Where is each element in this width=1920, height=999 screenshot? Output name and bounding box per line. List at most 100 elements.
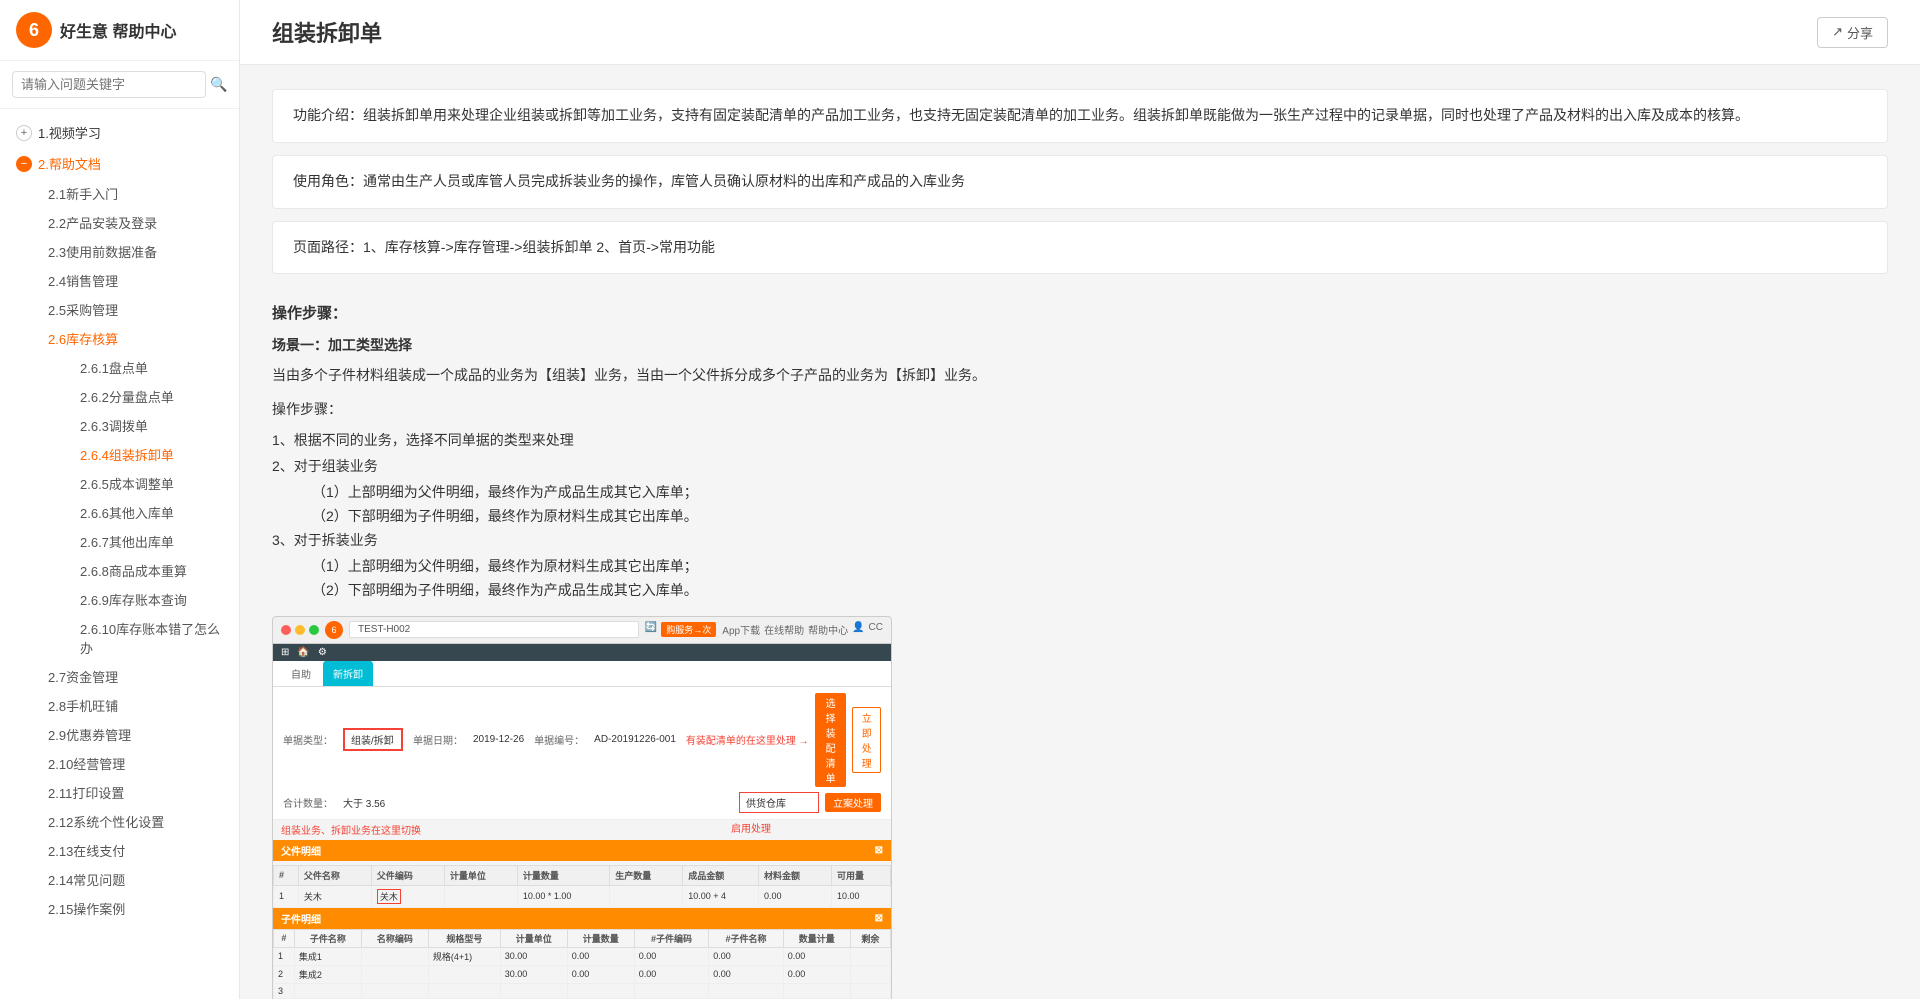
search-input[interactable] bbox=[12, 71, 206, 98]
sidebar-item-video-label: 1.视频学习 bbox=[38, 123, 101, 142]
sidebar-item-2-7[interactable]: 2.7资金管理 bbox=[16, 662, 239, 691]
step-3: 3、对于拆装业务 bbox=[272, 530, 1888, 550]
sidebar-item-2-3[interactable]: 2.3使用前数据准备 bbox=[16, 237, 239, 266]
step-3-1: （1）上部明细为父件明细，最终作为原材料生成其它出库单； bbox=[292, 556, 1888, 576]
sidebar-sub-docs: 2.1新手入门 2.2产品安装及登录 2.3使用前数据准备 2.4销售管理 2.… bbox=[0, 179, 239, 923]
mock-upper-table-wrapper: # 父件名称 父件编码 计量单位 计量数量 生产数量 成品金额 材料金额 可用量 bbox=[273, 861, 891, 908]
sidebar-item-2-11[interactable]: 2.11打印设置 bbox=[16, 778, 239, 807]
step-1: 1、根据不同的业务，选择不同单据的类型来处理 bbox=[272, 430, 1888, 450]
mock-icon-flag: 🏠 bbox=[297, 647, 309, 658]
mock-callout-2: 组装业务、拆卸业务在这里切换 bbox=[281, 822, 421, 837]
step-2-1: （1）上部明细为父件明细，最终作为产成品生成其它入库单； bbox=[292, 482, 1888, 502]
table-row: 2 集成2 30.00 0.00 0.00 0.00 0.00 bbox=[274, 965, 891, 983]
mock-col-avail: 可用量 bbox=[831, 865, 890, 885]
mock-bill-value: AD-20191226-001 bbox=[594, 734, 676, 745]
sidebar-item-2-6-6[interactable]: 2.6.6其他入库单 bbox=[32, 498, 239, 527]
mock-callout-3-label: 启用处理 bbox=[731, 820, 771, 835]
mock-callout-3-box: 供货仓库 bbox=[739, 792, 819, 813]
sidebar-item-docs-label: 2.帮助文档 bbox=[38, 154, 101, 173]
mock-user-icon: 👤 bbox=[852, 622, 864, 637]
step-3-sub: （1）上部明细为父件明细，最终作为原材料生成其它出库单； （2）下部明细为子件明… bbox=[272, 556, 1888, 600]
mock-icon-settings: ⚙ bbox=[318, 647, 327, 658]
sidebar-item-2-8[interactable]: 2.8手机旺铺 bbox=[16, 691, 239, 720]
logo-icon: 6 bbox=[16, 12, 52, 48]
intro-text-3: 页面路径：1、库存核算->库存管理->组装拆卸单 2、首页->常用功能 bbox=[293, 239, 715, 255]
steps-section: 操作步骤： 场景一：加工类型选择 当由多个子件材料组装成一个成品的业务为【组装】… bbox=[272, 286, 1888, 599]
sidebar-item-2-15[interactable]: 2.15操作案例 bbox=[16, 894, 239, 923]
mock-select-bom-btn[interactable]: 选择装配清单 bbox=[815, 693, 847, 787]
search-button[interactable]: 🔍 bbox=[210, 76, 227, 93]
page-title: 组装拆卸单 bbox=[272, 16, 382, 48]
mock-lower-table: # 子件名称 名称编码 规格型号 计量单位 计量数量 #子件编码 #子件名称 数… bbox=[273, 929, 891, 999]
mock-tab-xinchai[interactable]: 新拆卸 bbox=[323, 661, 373, 686]
mock-col-prod-qty: 生产数量 bbox=[610, 865, 683, 885]
main-area: 组装拆卸单 ↗ 分享 功能介绍：组装拆卸单用来处理企业组装或拆卸等加工业务，支持… bbox=[240, 0, 1920, 999]
sidebar-item-video[interactable]: + 1.视频学习 bbox=[0, 117, 239, 148]
sidebar: 6 好生意 帮助中心 🔍 + 1.视频学习 − 2.帮助文档 2.1新手入门 2… bbox=[0, 0, 240, 999]
mock-col-seq: # bbox=[274, 865, 299, 885]
mock-col-parent-code: 父件编码 bbox=[371, 865, 444, 885]
sidebar-item-2-6-3[interactable]: 2.6.3调拨单 bbox=[32, 411, 239, 440]
mock-apps-link: App下载 bbox=[722, 622, 760, 637]
sidebar-item-2-2[interactable]: 2.2产品安装及登录 bbox=[16, 208, 239, 237]
intro-block-2: 使用角色：通常由生产人员或库管人员完成拆装业务的操作，库管人员确认原材料的出库和… bbox=[272, 155, 1888, 209]
step-2-2: （2）下部明细为子件明细，最终作为原材料生成其它出库单。 bbox=[292, 506, 1888, 526]
minus-icon: − bbox=[16, 156, 32, 172]
mock-total-value: 大于 3.56 bbox=[343, 795, 385, 810]
sidebar-item-2-6-8[interactable]: 2.6.8商品成本重算 bbox=[32, 556, 239, 585]
mock-section-header: 父件明细 ⊠ bbox=[273, 840, 891, 861]
mock-child-section-header: 子件明细 ⊠ bbox=[273, 908, 891, 929]
mock-type-input[interactable]: 组装/拆卸 bbox=[343, 728, 403, 751]
sidebar-item-2-10[interactable]: 2.10经营管理 bbox=[16, 749, 239, 778]
mock-total-label: 合计数量： bbox=[283, 795, 333, 810]
mock-bill-label: 单据编号： bbox=[534, 732, 584, 747]
intro-text-2: 使用角色：通常由生产人员或库管人员完成拆装业务的操作，库管人员确认原材料的出库和… bbox=[293, 173, 965, 189]
mock-orange-logo: 6 bbox=[325, 621, 343, 639]
mock-tab-zizhu[interactable]: 自助 bbox=[281, 661, 321, 686]
sidebar-item-2-13[interactable]: 2.13在线支付 bbox=[16, 836, 239, 865]
sidebar-item-2-6-5[interactable]: 2.6.5成本调整单 bbox=[32, 469, 239, 498]
mock-col-material-amt: 材料金额 bbox=[758, 865, 831, 885]
mock-col-unit: 计量单位 bbox=[444, 865, 517, 885]
screenshot-container: 6 TEST-H002 🔄 购服务→次 App下载 在线帮助 帮助中心 👤 CC… bbox=[272, 616, 892, 999]
scene-1-title: 场景一：加工类型选择 bbox=[272, 335, 1888, 355]
share-button[interactable]: ↗ 分享 bbox=[1817, 17, 1888, 48]
mock-col-parent-name: 父件名称 bbox=[298, 865, 371, 885]
mock-cc-label: CC bbox=[869, 622, 883, 637]
mock-col-qty: 计量数量 bbox=[517, 865, 609, 885]
main-content: 功能介绍：组装拆卸单用来处理企业组装或拆卸等加工业务，支持有固定装配清单的产品加… bbox=[240, 65, 1920, 999]
sidebar-item-2-5[interactable]: 2.5采购管理 bbox=[16, 295, 239, 324]
intro-block-3: 页面路径：1、库存核算->库存管理->组装拆卸单 2、首页->常用功能 bbox=[272, 221, 1888, 275]
mock-upper-table: # 父件名称 父件编码 计量单位 计量数量 生产数量 成品金额 材料金额 可用量 bbox=[273, 865, 891, 908]
sidebar-item-2-6-9[interactable]: 2.6.9库存账本查询 bbox=[32, 585, 239, 614]
sidebar-item-2-4[interactable]: 2.4销售管理 bbox=[16, 266, 239, 295]
step-3-2: （2）下部明细为子件明细，最终作为产成品生成其它入库单。 bbox=[292, 580, 1888, 600]
scene-1-desc: 当由多个子件材料组装成一个成品的业务为【组装】业务，当由一个父件拆分成多个子产品… bbox=[272, 363, 1888, 388]
mock-add-btn[interactable]: 立案处理 bbox=[825, 793, 881, 812]
mock-date-label: 单据日期： bbox=[413, 732, 463, 747]
intro-block-1: 功能介绍：组装拆卸单用来处理企业组装或拆卸等加工业务，支持有固定装配清单的产品加… bbox=[272, 89, 1888, 143]
nav-tree: + 1.视频学习 − 2.帮助文档 2.1新手入门 2.2产品安装及登录 2.3… bbox=[0, 109, 239, 999]
mock-enable-btn[interactable]: 立即处理 bbox=[852, 707, 881, 773]
mock-next-btn: 购服务→次 bbox=[661, 622, 716, 637]
mock-expand-icon-2: ⊠ bbox=[875, 913, 883, 924]
plus-icon: + bbox=[16, 125, 32, 141]
sidebar-item-2-14[interactable]: 2.14常见问题 bbox=[16, 865, 239, 894]
mock-icon-home: ⊞ bbox=[281, 647, 289, 658]
steps-label: 操作步骤： bbox=[272, 397, 1888, 422]
sidebar-item-2-6-7[interactable]: 2.6.7其他出库单 bbox=[32, 527, 239, 556]
sidebar-item-2-1[interactable]: 2.1新手入门 bbox=[16, 179, 239, 208]
sidebar-item-2-6-1[interactable]: 2.6.1盘点单 bbox=[32, 353, 239, 382]
sidebar-item-2-9[interactable]: 2.9优惠券管理 bbox=[16, 720, 239, 749]
table-row: 1 集成1 规格(4+1) 30.00 0.00 0.00 0.00 0.00 bbox=[274, 947, 891, 965]
sidebar-item-2-6-4[interactable]: 2.6.4组装拆卸单 bbox=[32, 440, 239, 469]
sidebar-header: 6 好生意 帮助中心 bbox=[0, 0, 239, 61]
share-icon: ↗ bbox=[1832, 24, 1843, 40]
sidebar-item-2-6[interactable]: 2.6库存核算 bbox=[16, 324, 239, 353]
brand-name: 好生意 帮助中心 bbox=[60, 18, 176, 42]
mock-expand-icon: ⊠ bbox=[875, 845, 883, 856]
sidebar-item-2-12[interactable]: 2.12系统个性化设置 bbox=[16, 807, 239, 836]
sidebar-item-docs[interactable]: − 2.帮助文档 bbox=[0, 148, 239, 179]
sidebar-item-2-6-10[interactable]: 2.6.10库存账本错了怎么办 bbox=[32, 614, 239, 662]
sidebar-item-2-6-2[interactable]: 2.6.2分量盘点单 bbox=[32, 382, 239, 411]
